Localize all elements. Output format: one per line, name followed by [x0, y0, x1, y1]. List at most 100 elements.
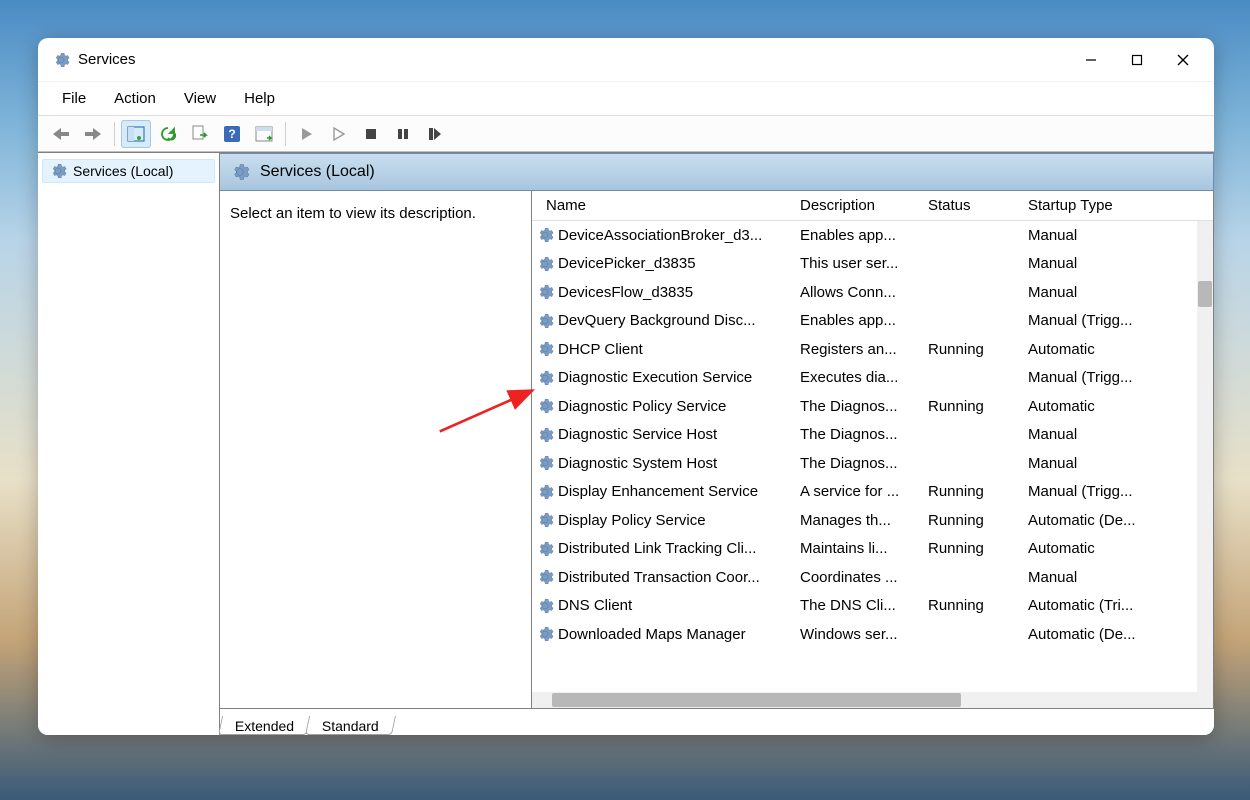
cell-startup: Manual: [1028, 227, 1197, 244]
gear-icon: [49, 162, 67, 180]
gear-icon: [536, 511, 554, 529]
tree-pane[interactable]: Services (Local): [38, 153, 220, 735]
scroll-thumb[interactable]: [1198, 281, 1212, 307]
table-row[interactable]: DHCP ClientRegisters an...RunningAutomat…: [532, 335, 1197, 364]
gear-icon: [536, 426, 554, 444]
cell-startup: Automatic (Tri...: [1028, 597, 1197, 614]
services-list: Name Description Status Startup Type Dev…: [532, 191, 1214, 709]
cell-name: Diagnostic Execution Service: [558, 369, 800, 386]
tree-root-node[interactable]: Services (Local): [42, 159, 215, 183]
cell-startup: Automatic (De...: [1028, 626, 1197, 643]
services-window: Services File Action View Help ?: [38, 38, 1214, 735]
cell-description: The Diagnos...: [800, 426, 928, 443]
cell-startup: Automatic: [1028, 398, 1197, 415]
window-controls: [1068, 44, 1206, 76]
table-row[interactable]: Distributed Link Tracking Cli...Maintain…: [532, 535, 1197, 564]
gear-icon: [536, 625, 554, 643]
gear-icon: [536, 369, 554, 387]
vertical-scrollbar[interactable]: [1197, 221, 1213, 692]
col-description[interactable]: Description: [800, 197, 928, 214]
cell-name: Diagnostic Policy Service: [558, 398, 800, 415]
menu-view[interactable]: View: [172, 86, 228, 111]
refresh-button[interactable]: [153, 120, 183, 148]
table-row[interactable]: Diagnostic Policy ServiceThe Diagnos...R…: [532, 392, 1197, 421]
cell-description: Allows Conn...: [800, 284, 928, 301]
cell-name: Distributed Link Tracking Cli...: [558, 540, 800, 557]
table-row[interactable]: Diagnostic Execution ServiceExecutes dia…: [532, 364, 1197, 393]
table-row[interactable]: Diagnostic System HostThe Diagnos...Manu…: [532, 449, 1197, 478]
menu-file[interactable]: File: [50, 86, 98, 111]
gear-icon: [536, 283, 554, 301]
cell-description: Coordinates ...: [800, 569, 928, 586]
minimize-button[interactable]: [1068, 44, 1114, 76]
col-startup[interactable]: Startup Type: [1028, 197, 1213, 214]
horizontal-scrollbar[interactable]: [532, 692, 1213, 708]
cell-description: Manages th...: [800, 512, 928, 529]
help-button[interactable]: ?: [217, 120, 247, 148]
cell-startup: Manual (Trigg...: [1028, 312, 1197, 329]
menu-action[interactable]: Action: [102, 86, 168, 111]
view-tabs: Extended Standard: [220, 709, 1214, 735]
cell-startup: Automatic (De...: [1028, 512, 1197, 529]
start-service-button[interactable]: [292, 120, 322, 148]
cell-startup: Automatic: [1028, 540, 1197, 557]
cell-startup: Manual: [1028, 426, 1197, 443]
detail-pane: Select an item to view its description.: [220, 191, 532, 709]
cell-description: Registers an...: [800, 341, 928, 358]
cell-description: The Diagnos...: [800, 398, 928, 415]
table-row[interactable]: DevicePicker_d3835This user ser...Manual: [532, 250, 1197, 279]
cell-description: The DNS Cli...: [800, 597, 928, 614]
gear-icon: [536, 540, 554, 558]
cell-name: DevicesFlow_d3835: [558, 284, 800, 301]
table-row[interactable]: DevicesFlow_d3835Allows Conn... Manual: [532, 278, 1197, 307]
window-title: Services: [78, 51, 1068, 68]
tab-standard[interactable]: Standard: [305, 716, 396, 735]
back-button[interactable]: [46, 120, 76, 148]
forward-button[interactable]: [78, 120, 108, 148]
start-once-button[interactable]: [324, 120, 354, 148]
cell-startup: Manual (Trigg...: [1028, 369, 1197, 386]
gear-icon: [536, 340, 554, 358]
gear-icon: [536, 454, 554, 472]
export-list-button[interactable]: [185, 120, 215, 148]
close-button[interactable]: [1160, 44, 1206, 76]
app-icon: [52, 51, 70, 69]
table-row[interactable]: Display Policy ServiceManages th...Runni…: [532, 506, 1197, 535]
cell-description: Executes dia...: [800, 369, 928, 386]
gear-icon: [536, 226, 554, 244]
pause-service-button[interactable]: [388, 120, 418, 148]
restart-service-button[interactable]: [420, 120, 450, 148]
list-header[interactable]: Name Description Status Startup Type: [532, 191, 1213, 221]
gear-icon: [536, 255, 554, 273]
cell-name: Diagnostic System Host: [558, 455, 800, 472]
tree-root-label: Services (Local): [73, 163, 173, 179]
table-row[interactable]: DeviceAssociationBroker_d3...Enables app…: [532, 221, 1197, 250]
cell-description: Maintains li...: [800, 540, 928, 557]
menu-help[interactable]: Help: [232, 86, 287, 111]
menubar: File Action View Help: [38, 82, 1214, 116]
titlebar[interactable]: Services: [38, 38, 1214, 82]
maximize-button[interactable]: [1114, 44, 1160, 76]
scroll-thumb[interactable]: [552, 693, 961, 707]
table-row[interactable]: DNS ClientThe DNS Cli...RunningAutomatic…: [532, 592, 1197, 621]
cell-startup: Manual (Trigg...: [1028, 483, 1197, 500]
pane-header: Services (Local): [220, 153, 1214, 191]
svg-text:?: ?: [228, 127, 235, 141]
table-row[interactable]: Downloaded Maps ManagerWindows ser...Aut…: [532, 620, 1197, 649]
col-name[interactable]: Name: [532, 197, 800, 214]
cell-startup: Manual: [1028, 255, 1197, 272]
properties-button[interactable]: [249, 120, 279, 148]
cell-name: Display Policy Service: [558, 512, 800, 529]
table-row[interactable]: Distributed Transaction Coor...Coordinat…: [532, 563, 1197, 592]
list-body: DeviceAssociationBroker_d3...Enables app…: [532, 221, 1213, 692]
table-row[interactable]: Diagnostic Service HostThe Diagnos...Man…: [532, 421, 1197, 450]
show-hide-tree-button[interactable]: [121, 120, 151, 148]
cell-startup: Automatic: [1028, 341, 1197, 358]
stop-service-button[interactable]: [356, 120, 386, 148]
cell-startup: Manual: [1028, 284, 1197, 301]
table-row[interactable]: DevQuery Background Disc...Enables app..…: [532, 307, 1197, 336]
tab-extended[interactable]: Extended: [218, 716, 311, 735]
table-row[interactable]: Display Enhancement ServiceA service for…: [532, 478, 1197, 507]
col-status[interactable]: Status: [928, 197, 1028, 214]
cell-description: A service for ...: [800, 483, 928, 500]
